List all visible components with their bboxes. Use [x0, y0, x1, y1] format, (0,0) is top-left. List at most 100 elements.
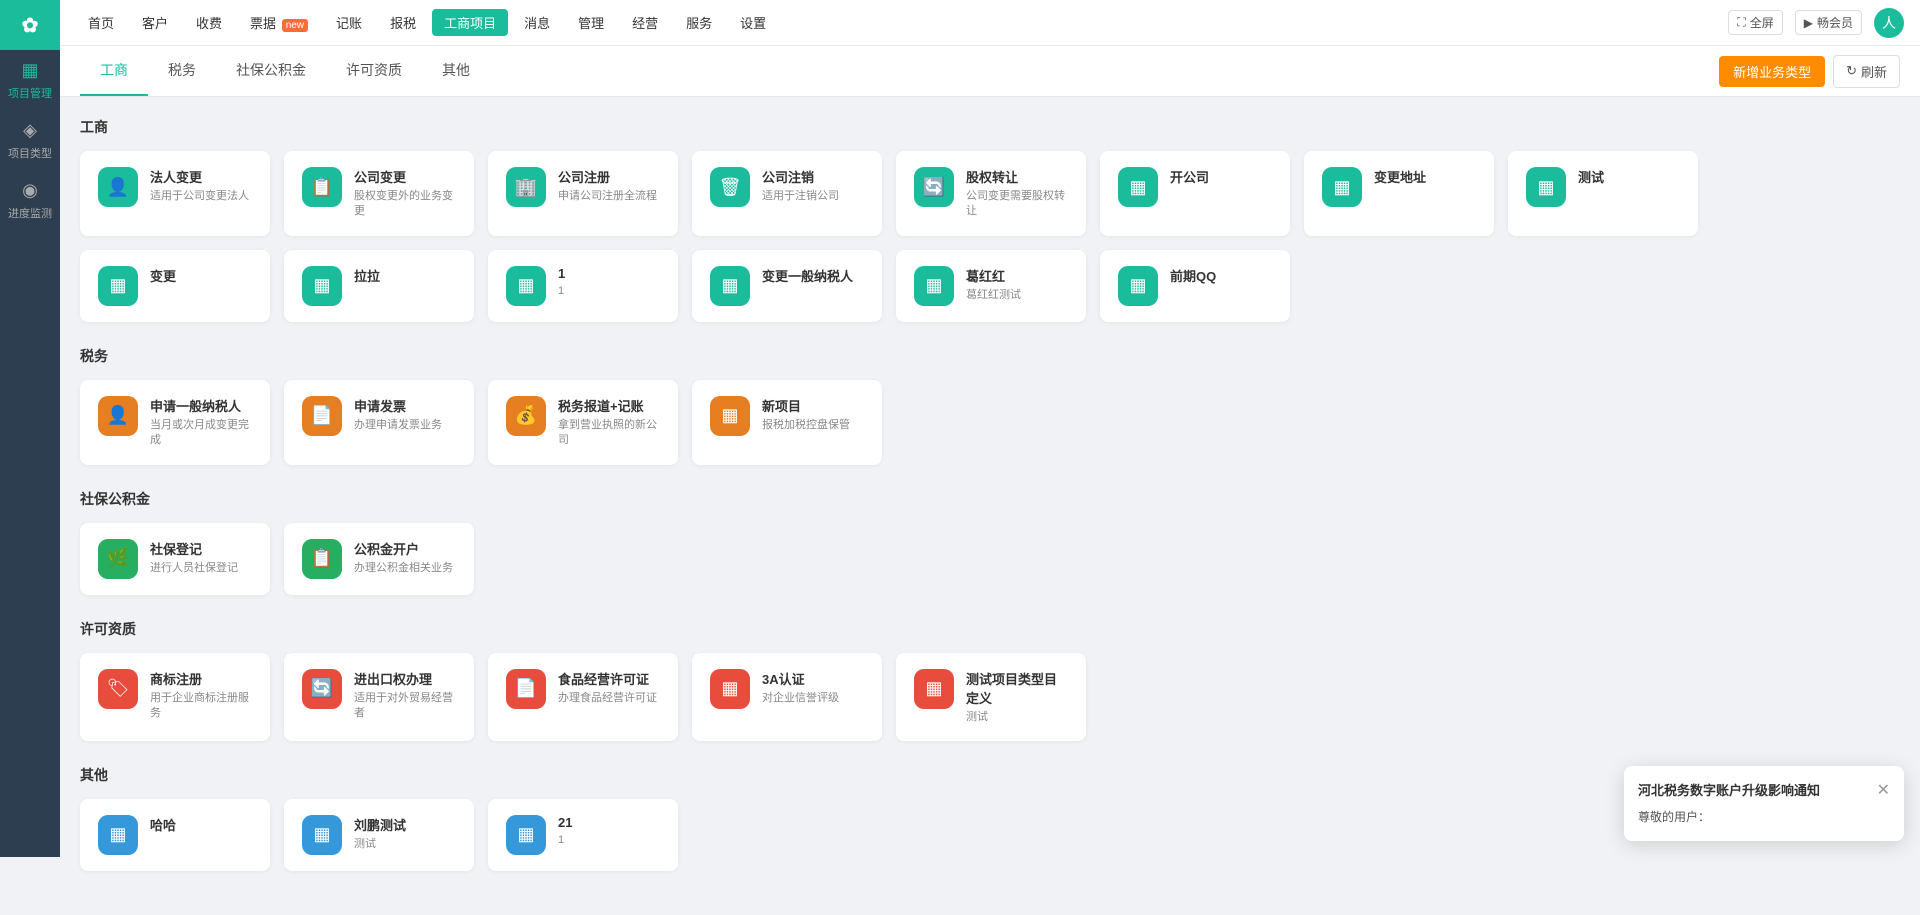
- card-desc-new-project: 报税加税控盘保管: [762, 418, 850, 433]
- notif-header: 河北税务数字账户升级影响通知 ✕: [1638, 780, 1890, 800]
- member-btn[interactable]: ▶ 畅会员: [1795, 10, 1862, 35]
- nav-bookkeeping[interactable]: 记账: [324, 9, 374, 36]
- card-desc-food-license: 办理食品经营许可证: [558, 691, 657, 706]
- card-change2[interactable]: ▦ 变更: [80, 250, 270, 322]
- card-tax-report[interactable]: 💰 税务报道+记账 拿到营业执照的新公司: [488, 380, 678, 465]
- card-test1[interactable]: ▦ 测试: [1508, 151, 1698, 236]
- tab-other[interactable]: 其他: [422, 46, 490, 96]
- card-name-num21: 21: [558, 815, 572, 830]
- refresh-button[interactable]: ↻ 刷新: [1833, 55, 1900, 88]
- card-icon-trademark: 🏷: [98, 669, 138, 709]
- card-name-test1: 测试: [1578, 167, 1604, 186]
- card-num1[interactable]: ▦ 1 1: [488, 250, 678, 322]
- card-test-type[interactable]: ▦ 测试项目类型目定义 测试: [896, 653, 1086, 741]
- card-legal-change[interactable]: 👤 法人变更 适用于公司变更法人: [80, 151, 270, 236]
- card-icon-food-license: 📄: [506, 669, 546, 709]
- card-desc-test-type: 测试: [966, 710, 1068, 725]
- card-fund-account[interactable]: 📋 公积金开户 办理公积金相关业务: [284, 523, 474, 595]
- tab-tax[interactable]: 税务: [148, 46, 216, 96]
- card-name-haha: 哈哈: [150, 815, 176, 834]
- card-name-equity-transfer: 股权转让: [966, 167, 1068, 186]
- card-icon-fund-account: 📋: [302, 539, 342, 579]
- card-desc-import-export: 适用于对外贸易经营者: [354, 691, 456, 722]
- card-icon-num21: ▦: [506, 815, 546, 855]
- nav-home[interactable]: 首页: [76, 9, 126, 36]
- card-company-cancel[interactable]: 🗑 公司注销 适用于注销公司: [692, 151, 882, 236]
- card-desc-company-change: 股权变更外的业务变更: [354, 189, 456, 220]
- card-import-export[interactable]: 🔄 进出口权办理 适用于对外贸易经营者: [284, 653, 474, 741]
- new-type-button[interactable]: 新增业务类型: [1719, 56, 1825, 87]
- member-icon: ▶: [1804, 16, 1813, 30]
- card-social-register[interactable]: 🌿 社保登记 进行人员社保登记: [80, 523, 270, 595]
- project-mgmt-icon: ▦: [21, 60, 38, 81]
- nav-settings[interactable]: 设置: [728, 9, 778, 36]
- card-change-general[interactable]: ▦ 变更一般纳税人: [692, 250, 882, 322]
- nav-ticket[interactable]: 票据 new: [238, 9, 320, 36]
- card-name-company-cancel: 公司注销: [762, 167, 839, 186]
- notif-body: 尊敬的用户：: [1638, 808, 1890, 827]
- nav-manage[interactable]: 管理: [566, 9, 616, 36]
- card-icon-lala: ▦: [302, 266, 342, 306]
- card-icon-test-type: ▦: [914, 669, 954, 709]
- card-company-register[interactable]: 🏢 公司注册 申请公司注册全流程: [488, 151, 678, 236]
- fullscreen-btn[interactable]: ⛶ 全屏: [1728, 10, 1782, 35]
- card-name-import-export: 进出口权办理: [354, 669, 456, 688]
- card-icon-legal-change: 👤: [98, 167, 138, 207]
- tab-industrial[interactable]: 工商: [80, 46, 148, 96]
- card-trademark[interactable]: 🏷 商标注册 用于企业商标注册服务: [80, 653, 270, 741]
- card-name-apply-invoice: 申请发票: [354, 396, 442, 415]
- topnav: 首页 客户 收费 票据 new 记账 报税 工商项目 消息 管理 经营 服务 设…: [60, 0, 1920, 46]
- card-liupengtest[interactable]: ▦ 刘鹏测试 测试: [284, 799, 474, 871]
- fullscreen-icon: ⛶: [1737, 15, 1745, 30]
- sidebar-item-project-type[interactable]: ◈ 项目类型: [0, 110, 60, 170]
- card-name-mohonghong: 葛红红: [966, 266, 1021, 285]
- card-desc-mohonghong: 葛红红测试: [966, 288, 1021, 303]
- card-icon-haha: ▦: [98, 815, 138, 855]
- ticket-badge: new: [282, 19, 308, 32]
- tab-social[interactable]: 社保公积金: [216, 46, 326, 96]
- tax-cards: 👤 申请一般纳税人 当月或次月成变更完成 📄 申请发票 办理申请发票业务 💰 税…: [80, 380, 1900, 465]
- card-apply-general[interactable]: 👤 申请一般纳税人 当月或次月成变更完成: [80, 380, 270, 465]
- card-name-food-license: 食品经营许可证: [558, 669, 657, 688]
- card-name-legal-change: 法人变更: [150, 167, 249, 186]
- card-equity-transfer[interactable]: 🔄 股权转让 公司变更需要股权转让: [896, 151, 1086, 236]
- card-icon-change-address: ▦: [1322, 167, 1362, 207]
- card-icon-social-register: 🌿: [98, 539, 138, 579]
- card-desc-tax-report: 拿到营业执照的新公司: [558, 418, 660, 449]
- card-company-change[interactable]: 📋 公司变更 股权变更外的业务变更: [284, 151, 474, 236]
- card-desc-apply-general: 当月或次月成变更完成: [150, 418, 252, 449]
- nav-message[interactable]: 消息: [512, 9, 562, 36]
- card-haha[interactable]: ▦ 哈哈: [80, 799, 270, 871]
- nav-billing[interactable]: 收费: [184, 9, 234, 36]
- card-open-company[interactable]: ▦ 开公司: [1100, 151, 1290, 236]
- card-change-address[interactable]: ▦ 变更地址: [1304, 151, 1494, 236]
- tab-license[interactable]: 许可资质: [326, 46, 422, 96]
- nav-service[interactable]: 服务: [674, 9, 724, 36]
- sidebar-item-progress[interactable]: ◉ 进度监测: [0, 170, 60, 230]
- card-desc-fund-account: 办理公积金相关业务: [354, 561, 453, 576]
- card-name-social-register: 社保登记: [150, 539, 238, 558]
- sidebar-item-project-mgmt[interactable]: ▦ 项目管理: [0, 50, 60, 110]
- card-apply-invoice[interactable]: 📄 申请发票 办理申请发票业务: [284, 380, 474, 465]
- card-preqq[interactable]: ▦ 前期QQ: [1100, 250, 1290, 322]
- card-new-project[interactable]: ▦ 新项目 报税加税控盘保管: [692, 380, 882, 465]
- card-mohonghong[interactable]: ▦ 葛红红 葛红红测试: [896, 250, 1086, 322]
- card-name-liupengtest: 刘鹏测试: [354, 815, 406, 834]
- card-icon-apply-general: 👤: [98, 396, 138, 436]
- card-num21[interactable]: ▦ 21 1: [488, 799, 678, 871]
- sidebar-item-label: 项目管理: [8, 85, 52, 101]
- card-food-license[interactable]: 📄 食品经营许可证 办理食品经营许可证: [488, 653, 678, 741]
- card-icon-company-change: 📋: [302, 167, 342, 207]
- avatar[interactable]: 人: [1874, 8, 1904, 38]
- notif-close-button[interactable]: ✕: [1877, 780, 1890, 800]
- card-lala[interactable]: ▦ 拉拉: [284, 250, 474, 322]
- nav-tax[interactable]: 报税: [378, 9, 428, 36]
- card-icon-liupengtest: ▦: [302, 815, 342, 855]
- nav-customer[interactable]: 客户: [130, 9, 180, 36]
- nav-operation[interactable]: 经营: [620, 9, 670, 36]
- card-3a-cert[interactable]: ▦ 3A认证 对企业信誉评级: [692, 653, 882, 741]
- card-icon-import-export: 🔄: [302, 669, 342, 709]
- nav-industrial[interactable]: 工商项目: [432, 9, 508, 36]
- sidebar-logo[interactable]: ✿: [0, 0, 60, 50]
- card-name-change2: 变更: [150, 266, 176, 285]
